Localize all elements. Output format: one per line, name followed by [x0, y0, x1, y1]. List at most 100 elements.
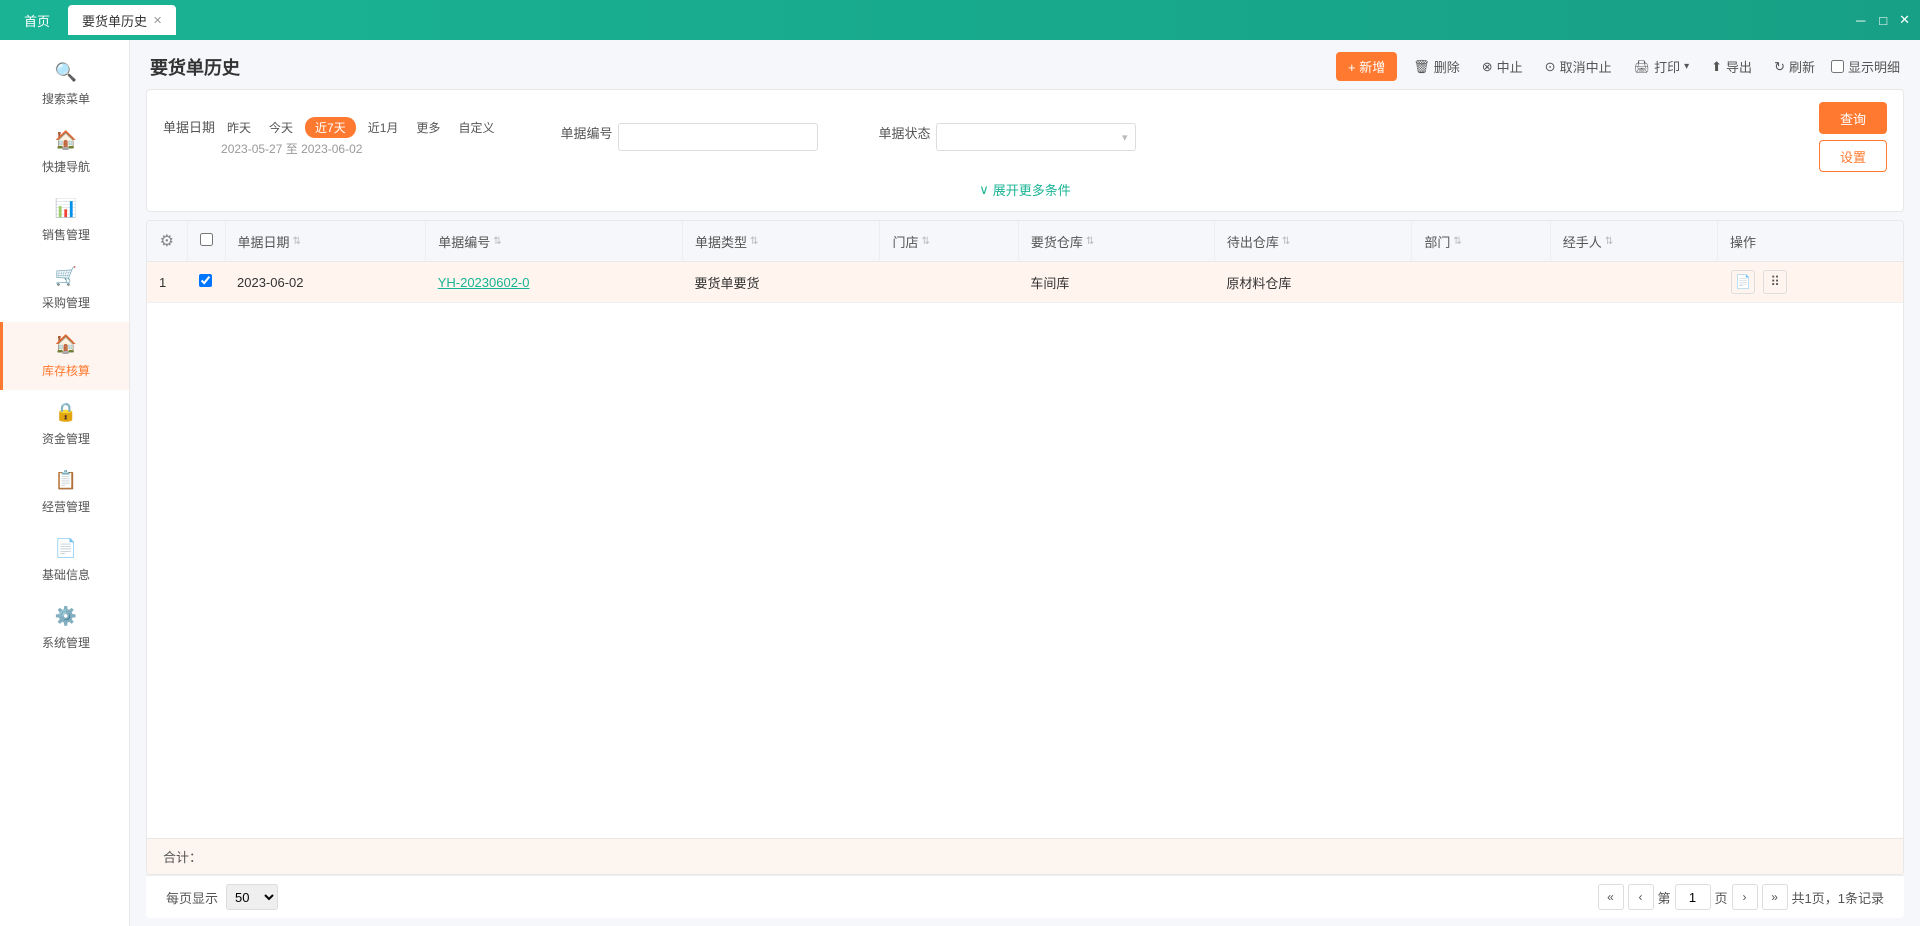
- col-doc-no[interactable]: 单据编号 ⇅: [426, 221, 683, 262]
- select-all-checkbox[interactable]: [200, 233, 213, 246]
- date-btn-more[interactable]: 更多: [410, 117, 446, 138]
- row-pending-warehouse: 原材料仓库: [1214, 262, 1411, 303]
- sidebar-item-inventory[interactable]: 🏠 库存核算: [0, 322, 129, 390]
- col-store[interactable]: 门店 ⇅: [880, 221, 1018, 262]
- sidebar-item-basic-info[interactable]: 📄 基础信息: [0, 526, 129, 594]
- print-chevron-icon: ▾: [1684, 61, 1689, 72]
- tab-close-icon[interactable]: ✕: [153, 14, 162, 27]
- col-doc-type[interactable]: 单据类型 ⇅: [683, 221, 880, 262]
- sidebar-item-operations[interactable]: 📋 经营管理: [0, 458, 129, 526]
- sort-doc-date[interactable]: 单据日期 ⇅: [238, 232, 301, 251]
- tab-order-history-label: 要货单历史: [82, 11, 147, 30]
- row-doc-no-link[interactable]: YH-20230602-0: [438, 275, 530, 290]
- table-header-row: ⚙ 单据日期 ⇅ 单据编号: [147, 221, 1903, 262]
- sidebar-item-search[interactable]: 🔍 搜索菜单: [0, 50, 129, 118]
- new-button[interactable]: + 新增: [1336, 52, 1397, 81]
- row-checkbox-cell: [187, 262, 225, 303]
- refresh-button[interactable]: ↻ 刷新: [1768, 53, 1821, 80]
- cancel-stop-button[interactable]: ⊙ 取消中止: [1539, 53, 1618, 80]
- page-next-btn[interactable]: ›: [1732, 884, 1758, 910]
- row-edit-btn[interactable]: 📄: [1731, 270, 1755, 294]
- tab-order-history[interactable]: 要货单历史 ✕: [68, 5, 176, 35]
- total-label: 合计：: [163, 850, 202, 865]
- date-btn-today[interactable]: 今天: [263, 117, 299, 138]
- sidebar-item-finance[interactable]: 🔒 资金管理: [0, 390, 129, 458]
- page-input[interactable]: [1675, 884, 1711, 910]
- sidebar-item-quick-nav[interactable]: 🏠 快捷导航: [0, 118, 129, 186]
- status-select[interactable]: ▾: [936, 123, 1136, 151]
- table-footer: 合计：: [147, 838, 1903, 874]
- table-row[interactable]: 1 2023-06-02 YH-20230602-0 要货单要货 车间库 原材料…: [147, 262, 1903, 303]
- system-icon: ⚙️: [55, 606, 77, 628]
- display-detail-label: 显示明细: [1848, 57, 1900, 76]
- date-btn-custom[interactable]: 自定义: [452, 117, 500, 138]
- page-first-btn[interactable]: «: [1598, 884, 1624, 910]
- filter-area: 单据日期 昨天 今天 近7天 近1月 更多 自定义 2023-05-27 至 2…: [146, 89, 1904, 212]
- doc-number-filter-group: 单据编号: [560, 123, 818, 151]
- date-btn-yesterday[interactable]: 昨天: [221, 117, 257, 138]
- sort-department[interactable]: 部门 ⇅: [1424, 232, 1461, 251]
- col-doc-type-label: 单据类型: [695, 232, 747, 251]
- col-pending-warehouse[interactable]: 待出仓库 ⇅: [1214, 221, 1411, 262]
- sort-store[interactable]: 门店 ⇅: [892, 232, 929, 251]
- doc-number-input[interactable]: [618, 123, 818, 151]
- row-checkbox[interactable]: [199, 274, 212, 287]
- row-doc-no: YH-20230602-0: [426, 262, 683, 303]
- filter-settings-button[interactable]: 设置: [1819, 140, 1887, 172]
- row-department: [1412, 262, 1550, 303]
- page-last-btn[interactable]: »: [1762, 884, 1788, 910]
- date-btn-1month[interactable]: 近1月: [362, 117, 405, 138]
- col-settings[interactable]: ⚙: [147, 221, 187, 262]
- status-label: 单据状态: [878, 123, 930, 142]
- column-settings-icon[interactable]: ⚙: [159, 231, 175, 251]
- purchase-icon: 🛒: [55, 266, 77, 288]
- col-checkbox: [187, 221, 225, 262]
- col-req-warehouse[interactable]: 要货仓库 ⇅: [1018, 221, 1214, 262]
- col-doc-date[interactable]: 单据日期 ⇅: [225, 221, 426, 262]
- sort-doc-type[interactable]: 单据类型 ⇅: [695, 232, 758, 251]
- row-index: 1: [147, 262, 187, 303]
- col-department[interactable]: 部门 ⇅: [1412, 221, 1550, 262]
- close-btn[interactable]: ✕: [1899, 12, 1910, 28]
- page-label: 第: [1658, 888, 1671, 907]
- display-detail-toggle[interactable]: 显示明细: [1831, 57, 1900, 76]
- sort-doc-no-icon: ⇅: [493, 236, 501, 247]
- date-filter-section: 昨天 今天 近7天 近1月 更多 自定义 2023-05-27 至 2023-0…: [221, 117, 500, 157]
- page-prev-btn[interactable]: ‹: [1628, 884, 1654, 910]
- minimize-btn[interactable]: －: [1854, 11, 1867, 30]
- date-btn-7days[interactable]: 近7天: [305, 117, 356, 138]
- col-handler[interactable]: 经手人 ⇅: [1550, 221, 1717, 262]
- delete-button[interactable]: 🗑 删除: [1407, 53, 1466, 80]
- main-layout: 🔍 搜索菜单 🏠 快捷导航 📊 销售管理 🛒 采购管理 🏠 库存核算 🔒 资金管…: [0, 40, 1920, 926]
- stop-icon: ⊗: [1482, 59, 1493, 75]
- query-button[interactable]: 查询: [1819, 102, 1887, 134]
- display-detail-checkbox[interactable]: [1831, 60, 1844, 73]
- window-controls: － □ ✕: [1854, 11, 1910, 30]
- sort-store-icon: ⇅: [921, 236, 929, 247]
- sidebar-label-purchase: 采购管理: [42, 294, 90, 311]
- maximize-btn[interactable]: □: [1879, 13, 1887, 28]
- expand-more-btn[interactable]: ∨ 展开更多条件: [163, 180, 1887, 199]
- export-label: 导出: [1726, 57, 1752, 76]
- export-icon: ⬆: [1711, 59, 1722, 75]
- per-page-select[interactable]: 50 10 20 100: [226, 884, 278, 910]
- basic-info-icon: 📄: [55, 538, 77, 560]
- sort-pending-warehouse[interactable]: 待出仓库 ⇅: [1227, 232, 1290, 251]
- tab-home[interactable]: 首页: [10, 5, 64, 35]
- export-button[interactable]: ⬆ 导出: [1705, 53, 1758, 80]
- status-filter-group: 单据状态 ▾: [878, 123, 1136, 151]
- sort-doc-no[interactable]: 单据编号 ⇅: [438, 232, 501, 251]
- date-filter-buttons: 昨天 今天 近7天 近1月 更多 自定义: [221, 117, 500, 138]
- row-more-btn[interactable]: ⠿: [1763, 270, 1787, 294]
- stop-button[interactable]: ⊗ 中止: [1476, 53, 1529, 80]
- status-select-chevron: ▾: [1122, 131, 1128, 144]
- sidebar-item-system[interactable]: ⚙️ 系统管理: [0, 594, 129, 662]
- sort-handler[interactable]: 经手人 ⇅: [1563, 232, 1613, 251]
- sidebar-item-sales[interactable]: 📊 销售管理: [0, 186, 129, 254]
- page-suffix: 页: [1715, 888, 1728, 907]
- col-operations-label: 操作: [1730, 235, 1756, 250]
- print-button[interactable]: 🖨 打印 ▾: [1628, 53, 1696, 80]
- sort-req-warehouse[interactable]: 要货仓库 ⇅: [1031, 232, 1094, 251]
- pagination-bar: 每页显示 50 10 20 100 « ‹ 第 页 › » 共1页，1条记录: [146, 875, 1904, 918]
- sidebar-item-purchase[interactable]: 🛒 采购管理: [0, 254, 129, 322]
